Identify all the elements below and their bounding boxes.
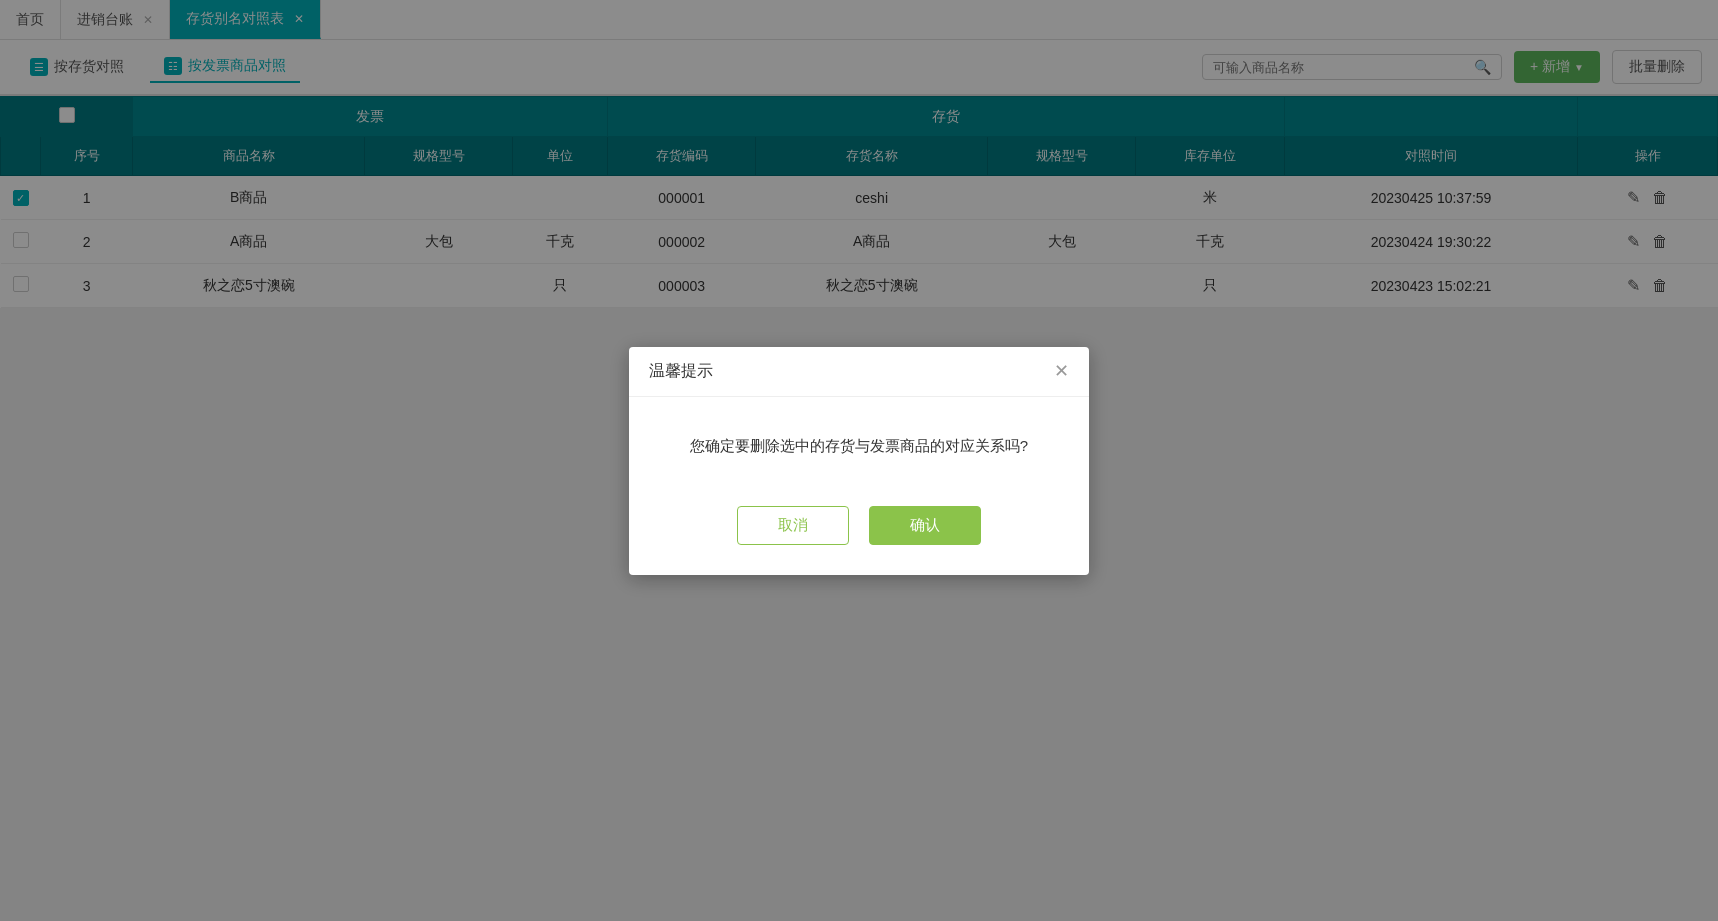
dialog-body: 您确定要删除选中的存货与发票商品的对应关系吗? [629,397,1089,486]
dialog-footer: 取消 确认 [629,486,1089,575]
modal-overlay: 温馨提示 ✕ 您确定要删除选中的存货与发票商品的对应关系吗? 取消 确认 [0,0,1718,921]
dialog-title: 温馨提示 [649,361,713,382]
confirm-dialog: 温馨提示 ✕ 您确定要删除选中的存货与发票商品的对应关系吗? 取消 确认 [629,347,1089,575]
dialog-message: 您确定要删除选中的存货与发票商品的对应关系吗? [690,437,1028,454]
btn-confirm[interactable]: 确认 [869,506,981,545]
btn-cancel[interactable]: 取消 [737,506,849,545]
dialog-close-icon[interactable]: ✕ [1054,362,1069,380]
dialog-header: 温馨提示 ✕ [629,347,1089,397]
